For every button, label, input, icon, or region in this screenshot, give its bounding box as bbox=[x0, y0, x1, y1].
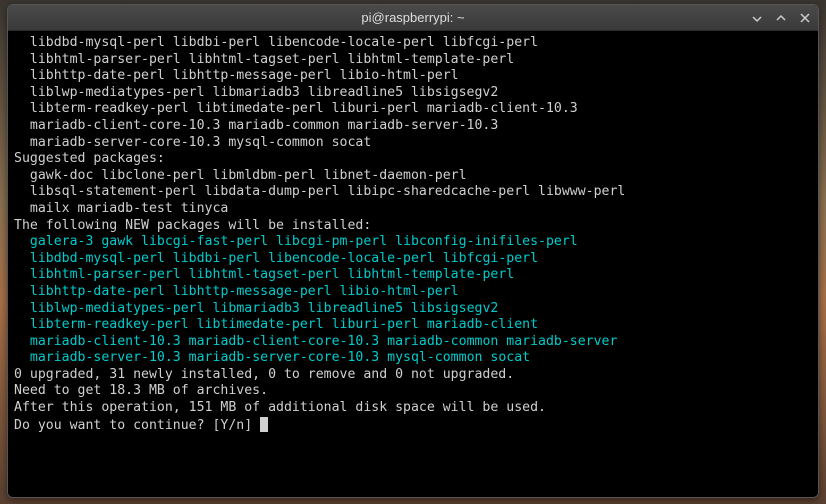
maximize-button[interactable] bbox=[774, 11, 788, 25]
terminal-line: mariadb-client-10.3 mariadb-client-core-… bbox=[14, 334, 812, 351]
terminal-prompt[interactable]: Do you want to continue? [Y/n] bbox=[14, 417, 812, 435]
terminal-line: libdbd-mysql-perl libdbi-perl libencode-… bbox=[14, 251, 812, 268]
minimize-icon bbox=[752, 13, 762, 23]
close-button[interactable] bbox=[798, 11, 812, 25]
terminal-line: libterm-readkey-perl libtimedate-perl li… bbox=[14, 317, 812, 334]
terminal-line: mariadb-server-10.3 mariadb-server-core-… bbox=[14, 350, 812, 367]
terminal-line: libhttp-date-perl libhttp-message-perl l… bbox=[14, 68, 812, 85]
terminal-line: The following NEW packages will be insta… bbox=[14, 218, 812, 235]
terminal-output[interactable]: libdbd-mysql-perl libdbi-perl libencode-… bbox=[8, 31, 818, 497]
terminal-window: pi@raspberrypi: ~ libdbd-mysql-perl libd… bbox=[7, 4, 819, 498]
titlebar-controls bbox=[750, 5, 812, 30]
terminal-line: After this operation, 151 MB of addition… bbox=[14, 400, 812, 417]
terminal-line: Suggested packages: bbox=[14, 151, 812, 168]
terminal-line: gawk-doc libclone-perl libmldbm-perl lib… bbox=[14, 168, 812, 185]
terminal-line: galera-3 gawk libcgi-fast-perl libcgi-pm… bbox=[14, 234, 812, 251]
terminal-line: libdbd-mysql-perl libdbi-perl libencode-… bbox=[14, 35, 812, 52]
terminal-line: mariadb-server-core-10.3 mysql-common so… bbox=[14, 135, 812, 152]
terminal-line: libsql-statement-perl libdata-dump-perl … bbox=[14, 184, 812, 201]
minimize-button[interactable] bbox=[750, 11, 764, 25]
window-title: pi@raspberrypi: ~ bbox=[361, 10, 464, 25]
terminal-line: liblwp-mediatypes-perl libmariadb3 libre… bbox=[14, 301, 812, 318]
terminal-line: libhtml-parser-perl libhtml-tagset-perl … bbox=[14, 267, 812, 284]
close-icon bbox=[800, 13, 810, 23]
terminal-line: libhtml-parser-perl libhtml-tagset-perl … bbox=[14, 52, 812, 69]
terminal-line: liblwp-mediatypes-perl libmariadb3 libre… bbox=[14, 85, 812, 102]
terminal-line: mariadb-client-core-10.3 mariadb-common … bbox=[14, 118, 812, 135]
terminal-line: 0 upgraded, 31 newly installed, 0 to rem… bbox=[14, 367, 812, 384]
terminal-line: mailx mariadb-test tinyca bbox=[14, 201, 812, 218]
cursor bbox=[260, 417, 268, 432]
maximize-icon bbox=[776, 13, 786, 23]
terminal-line: Need to get 18.3 MB of archives. bbox=[14, 383, 812, 400]
terminal-line: libterm-readkey-perl libtimedate-perl li… bbox=[14, 101, 812, 118]
terminal-line: libhttp-date-perl libhttp-message-perl l… bbox=[14, 284, 812, 301]
titlebar[interactable]: pi@raspberrypi: ~ bbox=[8, 5, 818, 31]
